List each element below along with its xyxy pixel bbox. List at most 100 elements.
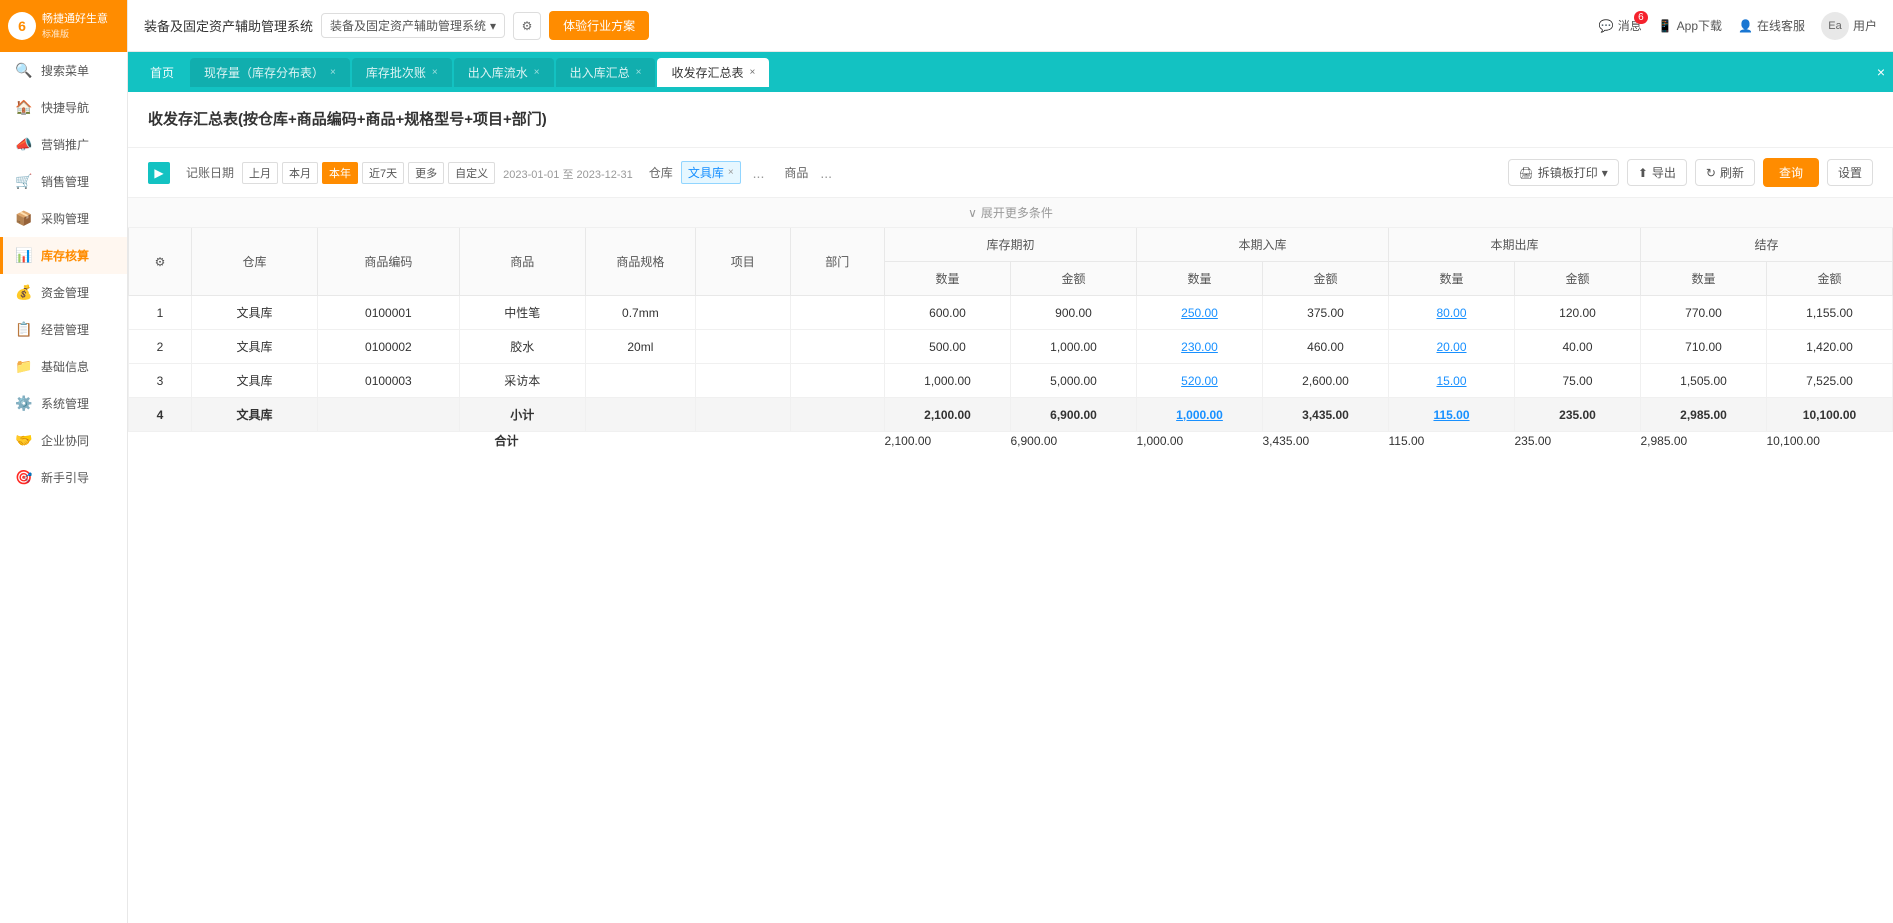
settings-icon-btn[interactable]: ⚙ bbox=[513, 12, 541, 40]
sidebar-item-system[interactable]: ⚙️ 系统管理 bbox=[0, 385, 127, 422]
business-icon: 📋 bbox=[15, 321, 33, 338]
tab-close-stock-dist[interactable]: × bbox=[330, 67, 336, 78]
cell-warehouse: 文具库 bbox=[192, 330, 318, 364]
sidebar-item-inventory[interactable]: 📊 库存核算 bbox=[0, 237, 127, 274]
logo-text: 畅捷通好生意 bbox=[42, 12, 108, 26]
sidebar-item-search[interactable]: 🔍 搜索菜单 bbox=[0, 52, 127, 89]
cell-in-qty[interactable]: 250.00 bbox=[1137, 296, 1263, 330]
filter-bar: ▶ 记账日期 上月本月本年近7天更多自定义 2023-01-01 至 2023-… bbox=[128, 148, 1893, 198]
cell-in-qty[interactable]: 520.00 bbox=[1137, 364, 1263, 398]
cell-project bbox=[696, 296, 791, 330]
trial-button[interactable]: 体验行业方案 bbox=[549, 11, 649, 40]
in-qty-link[interactable]: 520.00 bbox=[1181, 374, 1218, 388]
table-settings-button[interactable]: 设置 bbox=[1827, 159, 1873, 186]
date-btn-本年[interactable]: 本年 bbox=[322, 162, 358, 184]
sidebar-item-marketing[interactable]: 📣 营销推广 bbox=[0, 126, 127, 163]
tab-inout-summary[interactable]: 出入库汇总× bbox=[556, 58, 656, 87]
print-button[interactable]: 🖨 拆镇板打印 ▾ bbox=[1508, 159, 1619, 186]
tab-inout-flow[interactable]: 出入库流水× bbox=[454, 58, 554, 87]
cell-opening-amt: 5,000.00 bbox=[1011, 364, 1137, 398]
cell-out-qty[interactable]: 20.00 bbox=[1389, 330, 1515, 364]
col-header-gear[interactable]: ⚙ bbox=[129, 228, 192, 296]
tab-batch[interactable]: 库存批次账× bbox=[352, 58, 452, 87]
cell-warehouse: 文具库 bbox=[192, 296, 318, 330]
export-button[interactable]: ⬆ 导出 bbox=[1627, 159, 1687, 186]
expand-icon: ∨ bbox=[968, 206, 977, 220]
sidebar-logo: 6 畅捷通好生意 标准版 bbox=[0, 0, 127, 52]
sidebar-item-business[interactable]: 📋 经营管理 bbox=[0, 311, 127, 348]
app-download-item[interactable]: 📱 App下载 bbox=[1658, 17, 1722, 34]
sidebar-item-basic-info[interactable]: 📁 基础信息 bbox=[0, 348, 127, 385]
col-header-dept: 部门 bbox=[790, 228, 885, 296]
col-header-balance-amt: 金额 bbox=[1767, 262, 1893, 296]
refresh-icon: ↻ bbox=[1706, 166, 1716, 180]
date-options: 上月本月本年近7天更多自定义 bbox=[242, 162, 495, 184]
sidebar-item-purchase[interactable]: 📦 采购管理 bbox=[0, 200, 127, 237]
tab-label-stock-summary: 收发存汇总表 bbox=[671, 64, 743, 81]
total-balance-qty: 2,985.00 bbox=[1641, 432, 1767, 450]
date-btn-近7天[interactable]: 近7天 bbox=[362, 162, 404, 184]
cell-in-qty[interactable]: 230.00 bbox=[1137, 330, 1263, 364]
sidebar-item-guide[interactable]: 🎯 新手引导 bbox=[0, 459, 127, 496]
main-area: 装备及固定资产辅助管理系统 装备及固定资产辅助管理系统 ▾ ⚙ 体验行业方案 💬… bbox=[128, 0, 1893, 923]
messages-item[interactable]: 💬 消息 6 bbox=[1599, 17, 1642, 34]
date-btn-自定义[interactable]: 自定义 bbox=[448, 162, 495, 184]
download-icon: 📱 bbox=[1658, 19, 1673, 33]
cell-dept bbox=[790, 398, 885, 432]
tab-stock-dist[interactable]: 现存量（库存分布表）× bbox=[190, 58, 350, 87]
tab-close-batch[interactable]: × bbox=[432, 67, 438, 78]
quick-nav-label: 快捷导航 bbox=[41, 99, 89, 116]
total-balance-amt: 10,100.00 bbox=[1767, 432, 1893, 450]
warehouse-tag-close[interactable]: × bbox=[728, 167, 734, 178]
query-button[interactable]: 查询 bbox=[1763, 158, 1819, 187]
top-header: 装备及固定资产辅助管理系统 装备及固定资产辅助管理系统 ▾ ⚙ 体验行业方案 💬… bbox=[128, 0, 1893, 52]
user-item[interactable]: Ea 用户 bbox=[1821, 12, 1877, 40]
filter-toggle-button[interactable]: ▶ bbox=[148, 162, 170, 184]
cell-out-qty[interactable]: 80.00 bbox=[1389, 296, 1515, 330]
tab-close-inout-flow[interactable]: × bbox=[534, 67, 540, 78]
system-selector[interactable]: 装备及固定资产辅助管理系统 ▾ bbox=[321, 13, 505, 38]
cell-in-qty: 1,000.00 bbox=[1137, 398, 1263, 432]
goods-more-btn[interactable]: ... bbox=[816, 165, 836, 181]
tab-bar: 首页现存量（库存分布表）×库存批次账×出入库流水×出入库汇总× 收发存汇总表 × × bbox=[128, 52, 1893, 92]
sidebar-item-finance[interactable]: 💰 资金管理 bbox=[0, 274, 127, 311]
page-close-button[interactable]: × bbox=[1877, 64, 1885, 80]
out-qty-link[interactable]: 15.00 bbox=[1436, 374, 1466, 388]
sidebar-item-sales[interactable]: 🛒 销售管理 bbox=[0, 163, 127, 200]
tab-stock-summary[interactable]: 收发存汇总表 × bbox=[657, 58, 769, 87]
expand-more-button[interactable]: ∨ 展开更多条件 bbox=[968, 204, 1053, 221]
out-qty-link[interactable]: 80.00 bbox=[1436, 306, 1466, 320]
tab-close-inout-summary[interactable]: × bbox=[636, 67, 642, 78]
date-btn-更多[interactable]: 更多 bbox=[408, 162, 444, 184]
col-header-opening-amt: 金额 bbox=[1011, 262, 1137, 296]
cell-out-qty[interactable]: 15.00 bbox=[1389, 364, 1515, 398]
cell-in-amt: 2,600.00 bbox=[1263, 364, 1389, 398]
sidebar-item-quick-nav[interactable]: 🏠 快捷导航 bbox=[0, 89, 127, 126]
online-service-item[interactable]: 👤 在线客服 bbox=[1738, 17, 1805, 34]
out-qty-link[interactable]: 20.00 bbox=[1436, 340, 1466, 354]
date-btn-上月[interactable]: 上月 bbox=[242, 162, 278, 184]
col-header-opening-qty: 数量 bbox=[885, 262, 1011, 296]
cell-code: 0100001 bbox=[318, 296, 460, 330]
page-header: 收发存汇总表(按仓库+商品编码+商品+规格型号+项目+部门) bbox=[128, 92, 1893, 148]
cell-out-amt: 235.00 bbox=[1515, 398, 1641, 432]
search-icon: 🔍 bbox=[15, 62, 33, 79]
warehouse-tag[interactable]: 文具库 × bbox=[681, 161, 741, 184]
in-qty-link[interactable]: 250.00 bbox=[1181, 306, 1218, 320]
marketing-label: 营销推广 bbox=[41, 136, 89, 153]
tab-close-stock-summary[interactable]: × bbox=[749, 67, 755, 78]
col-header-name: 商品 bbox=[459, 228, 585, 296]
date-btn-本月[interactable]: 本月 bbox=[282, 162, 318, 184]
col-header-out-group: 本期出库 bbox=[1389, 228, 1641, 262]
total-in-amt: 3,435.00 bbox=[1263, 432, 1389, 450]
inventory-label: 库存核算 bbox=[41, 247, 89, 264]
service-icon: 👤 bbox=[1738, 19, 1753, 33]
warehouse-more-btn[interactable]: ... bbox=[749, 165, 769, 181]
sidebar-item-enterprise[interactable]: 🤝 企业协同 bbox=[0, 422, 127, 459]
refresh-button[interactable]: ↻ 刷新 bbox=[1695, 159, 1755, 186]
in-qty-link[interactable]: 230.00 bbox=[1181, 340, 1218, 354]
cell-in-amt: 375.00 bbox=[1263, 296, 1389, 330]
tab-home[interactable]: 首页 bbox=[136, 58, 188, 87]
date-range-display: 2023-01-01 至 2023-12-31 bbox=[503, 166, 633, 182]
total-out-qty: 115.00 bbox=[1389, 432, 1515, 450]
